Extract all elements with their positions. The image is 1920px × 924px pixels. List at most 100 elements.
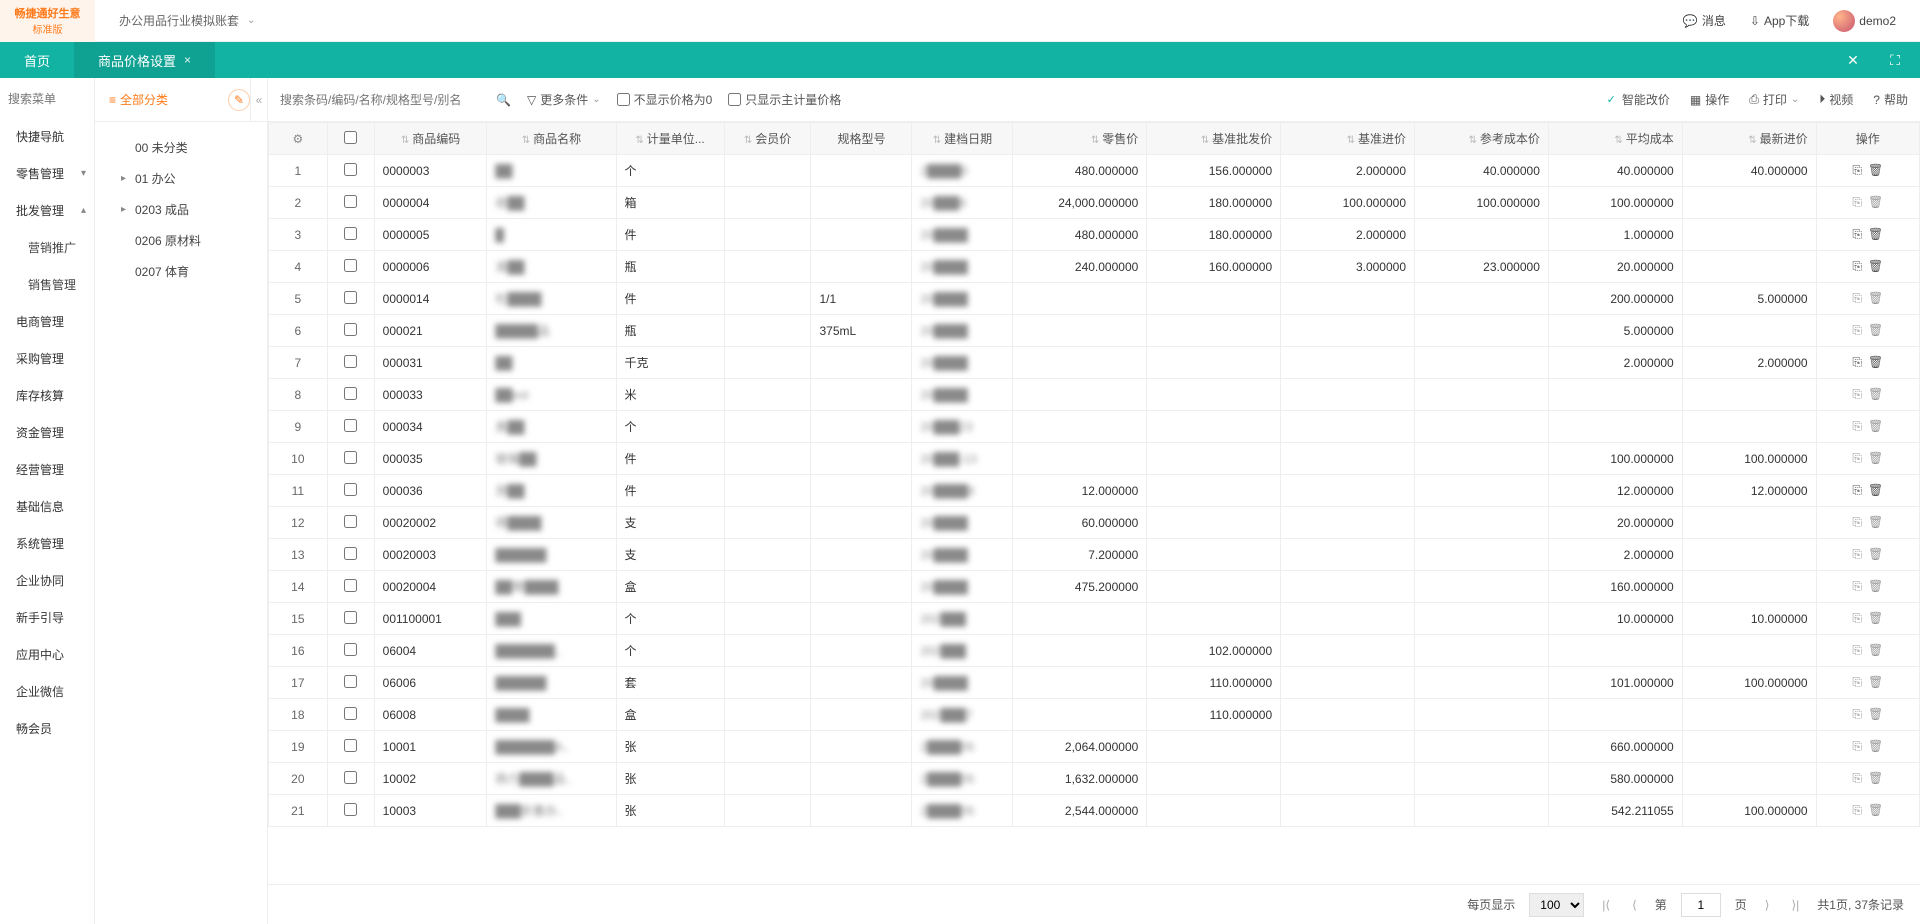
delete-icon[interactable]: 🗑	[1868, 675, 1883, 689]
row-checkbox[interactable]	[344, 547, 357, 560]
per-page-select[interactable]: 100	[1529, 893, 1584, 917]
delete-icon[interactable]: 🗑	[1868, 739, 1883, 753]
copy-icon[interactable]: ⎘	[1852, 195, 1862, 209]
col-ref-cost[interactable]: ⇅参考成本价	[1415, 123, 1549, 155]
cell-select[interactable]	[327, 571, 374, 603]
row-checkbox[interactable]	[344, 483, 357, 496]
delete-icon[interactable]: 🗑	[1868, 355, 1883, 369]
row-checkbox[interactable]	[344, 227, 357, 240]
video-button[interactable]: ⏵ 视频	[1819, 91, 1853, 108]
table-row[interactable]: 50000014杜████件1/120████200.0000005.00000…	[269, 283, 1920, 315]
delete-icon[interactable]: 🗑	[1868, 419, 1883, 433]
table-row[interactable]: 20000004收██箱20███824,000.000000180.00000…	[269, 187, 1920, 219]
cell-select[interactable]	[327, 635, 374, 667]
cell-select[interactable]	[327, 379, 374, 411]
copy-icon[interactable]: ⎘	[1852, 643, 1862, 657]
delete-icon[interactable]: 🗑	[1868, 259, 1883, 273]
row-checkbox[interactable]	[344, 771, 357, 784]
tree-item[interactable]: ▸01 办公	[101, 163, 261, 194]
nav-item[interactable]: 企业协同	[0, 562, 94, 599]
row-checkbox[interactable]	[344, 803, 357, 816]
copy-icon[interactable]: ⎘	[1852, 323, 1862, 337]
nav-item[interactable]: 企业微信	[0, 673, 94, 710]
copy-icon[interactable]: ⎘	[1852, 419, 1862, 433]
delete-icon[interactable]: 🗑	[1868, 387, 1883, 401]
col-unit[interactable]: ⇅计量单位...	[616, 123, 724, 155]
table-row[interactable]: 1400020004██零████盒20████475.200000160.00…	[269, 571, 1920, 603]
delete-icon[interactable]: 🗑	[1868, 483, 1883, 497]
col-name[interactable]: ⇅商品名称	[487, 123, 616, 155]
tree-item[interactable]: ▸0203 成品	[101, 194, 261, 225]
table-row[interactable]: 1606004███████..个202███102.000000⎘🗑	[269, 635, 1920, 667]
only-uom-checkbox[interactable]: 只显示主计量价格	[728, 91, 841, 108]
delete-icon[interactable]: 🗑	[1868, 515, 1883, 529]
copy-icon[interactable]: ⎘	[1852, 707, 1862, 721]
only-uom-input[interactable]	[728, 93, 741, 106]
cell-select[interactable]	[327, 411, 374, 443]
table-row[interactable]: 1910001███████A..张2████052,064.000000660…	[269, 731, 1920, 763]
row-checkbox[interactable]	[344, 515, 357, 528]
col-vip[interactable]: ⇅会员价	[724, 123, 811, 155]
nav-item[interactable]: 应用中心	[0, 636, 94, 673]
copy-icon[interactable]: ⎘	[1852, 163, 1862, 177]
copy-icon[interactable]: ⎘	[1852, 611, 1862, 625]
messages-button[interactable]: 💬 消息	[1683, 12, 1726, 29]
print-button[interactable]: ⎙ 打印 ⌄	[1749, 91, 1799, 108]
copy-icon[interactable]: ⎘	[1852, 547, 1862, 561]
cell-select[interactable]	[327, 763, 374, 795]
row-checkbox[interactable]	[344, 291, 357, 304]
collapse-tree-button[interactable]: «	[250, 78, 268, 122]
first-page-button[interactable]: |⟨	[1598, 898, 1614, 912]
cell-select[interactable]	[327, 539, 374, 571]
delete-icon[interactable]: 🗑	[1868, 611, 1883, 625]
delete-icon[interactable]: 🗑	[1868, 163, 1883, 177]
copy-icon[interactable]: ⎘	[1852, 515, 1862, 529]
cell-select[interactable]	[327, 507, 374, 539]
delete-icon[interactable]: 🗑	[1868, 291, 1883, 305]
delete-icon[interactable]: 🗑	[1868, 323, 1883, 337]
copy-icon[interactable]: ⎘	[1852, 803, 1862, 817]
col-select-all[interactable]	[327, 123, 374, 155]
select-all-checkbox[interactable]	[344, 131, 357, 144]
table-row[interactable]: 2110003███折叠办..张2████052,544.000000542.2…	[269, 795, 1920, 827]
delete-icon[interactable]: 🗑	[1868, 195, 1883, 209]
copy-icon[interactable]: ⎘	[1852, 387, 1862, 401]
user-menu[interactable]: demo2	[1833, 10, 1896, 32]
row-checkbox[interactable]	[344, 419, 357, 432]
cell-select[interactable]	[327, 155, 374, 187]
cell-select[interactable]	[327, 731, 374, 763]
table-row[interactable]: 6000021█████品瓶375mL20████5.000000⎘🗑	[269, 315, 1920, 347]
operations-button[interactable]: ▦ 操作	[1690, 91, 1729, 108]
copy-icon[interactable]: ⎘	[1852, 291, 1862, 305]
copy-icon[interactable]: ⎘	[1852, 451, 1862, 465]
close-all-button[interactable]: ✕	[1840, 47, 1866, 73]
row-checkbox[interactable]	[344, 611, 357, 624]
copy-icon[interactable]: ⎘	[1852, 675, 1862, 689]
smart-price-button[interactable]: 智能改价	[1607, 91, 1670, 108]
delete-icon[interactable]: 🗑	[1868, 643, 1883, 657]
edit-category-button[interactable]: ✎	[228, 89, 250, 111]
table-row[interactable]: 11000036测██件20████812.00000012.00000012.…	[269, 475, 1920, 507]
tree-item[interactable]: 0207 体育	[101, 256, 261, 287]
cell-select[interactable]	[327, 251, 374, 283]
close-icon[interactable]: ×	[184, 53, 191, 67]
fullscreen-button[interactable]: ⛶	[1882, 47, 1908, 73]
table-row[interactable]: 1706006██████套20████110.000000101.000000…	[269, 667, 1920, 699]
delete-icon[interactable]: 🗑	[1868, 771, 1883, 785]
last-page-button[interactable]: ⟩|	[1787, 898, 1803, 912]
prev-page-button[interactable]: ⟨	[1628, 898, 1641, 912]
table-row[interactable]: 9000034奥██个20███23⎘🗑	[269, 411, 1920, 443]
nav-item[interactable]: 新手引导	[0, 599, 94, 636]
help-button[interactable]: ? 帮助	[1873, 91, 1908, 108]
row-checkbox[interactable]	[344, 579, 357, 592]
table-row[interactable]: 10000035玻璃██件20███-13100.000000100.00000…	[269, 443, 1920, 475]
delete-icon[interactable]: 🗑	[1868, 803, 1883, 817]
nav-sub-item[interactable]: 营销推广	[0, 229, 94, 266]
table-row[interactable]: 15001100001███个202███10.00000010.000000⎘…	[269, 603, 1920, 635]
tab-current[interactable]: 商品价格设置 ×	[74, 42, 215, 78]
delete-icon[interactable]: 🗑	[1868, 707, 1883, 721]
row-checkbox[interactable]	[344, 707, 357, 720]
table-row[interactable]: 30000005█件20████480.000000180.0000002.00…	[269, 219, 1920, 251]
row-checkbox[interactable]	[344, 259, 357, 272]
copy-icon[interactable]: ⎘	[1852, 227, 1862, 241]
